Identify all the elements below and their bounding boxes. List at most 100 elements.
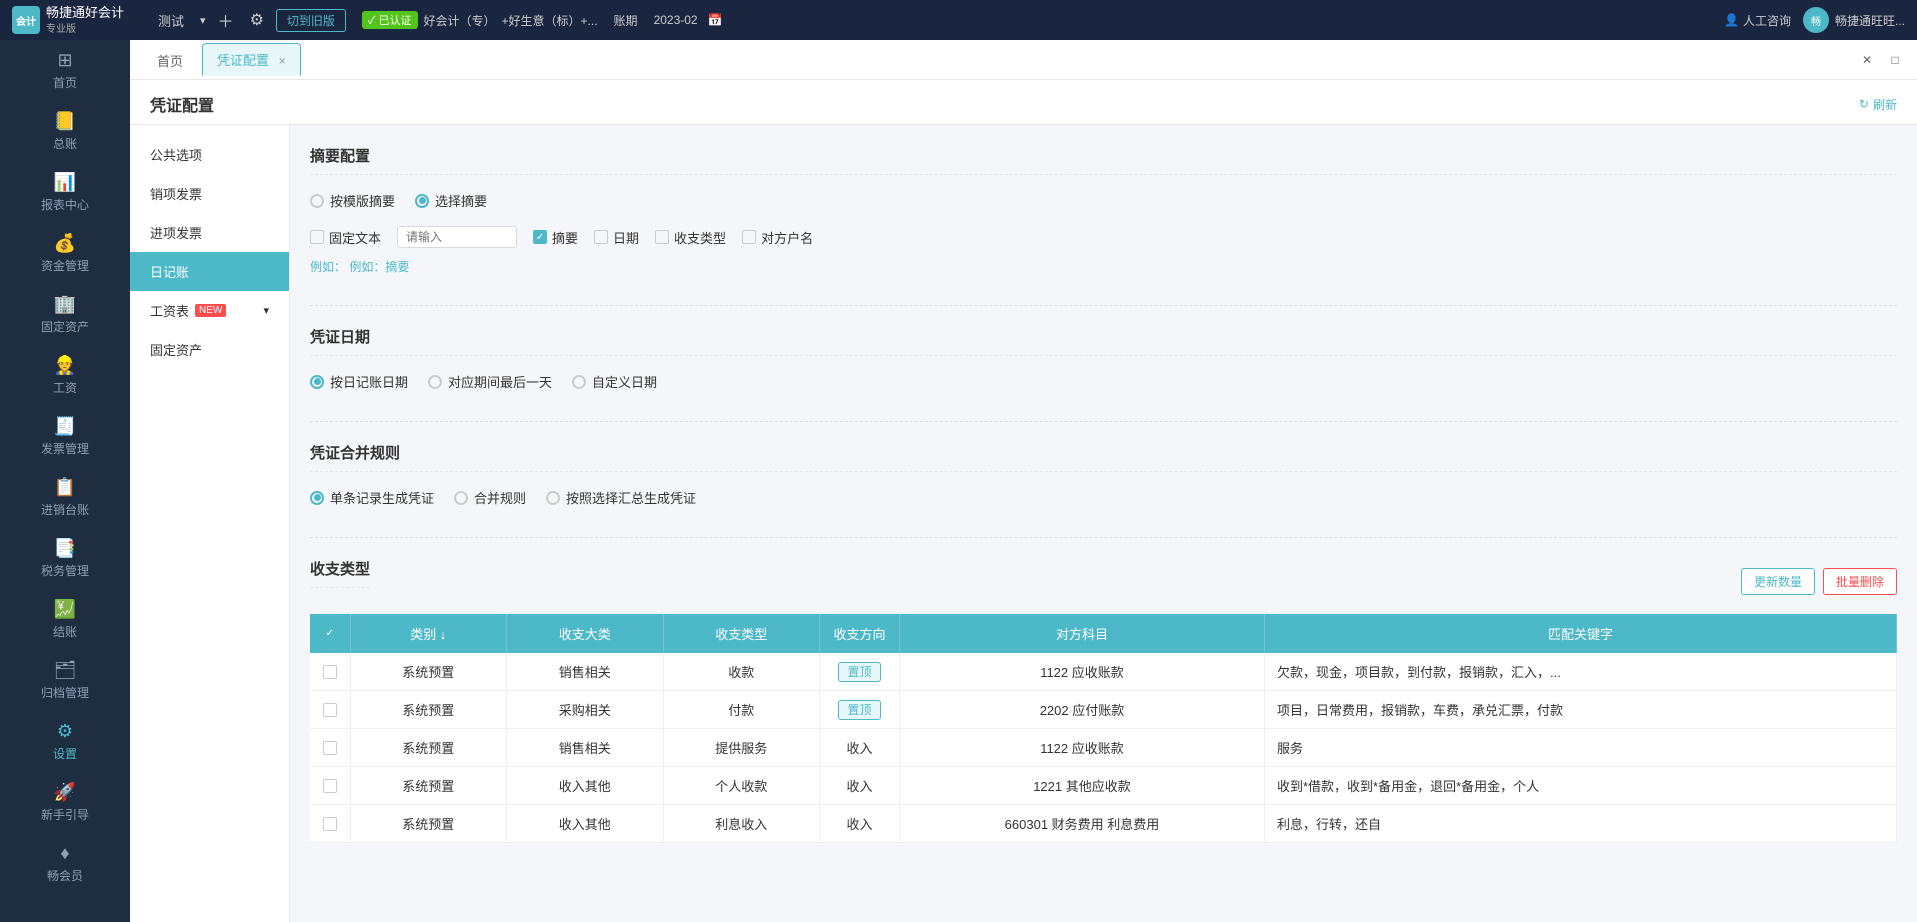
td-checkbox-4 (310, 805, 350, 843)
checkbox-summary[interactable]: ✓ 摘要 (533, 228, 578, 247)
radio-circle-template (310, 194, 324, 208)
switch-to-old-btn[interactable]: 切到旧版 (276, 9, 346, 32)
td-type-4: 利息收入 (663, 805, 820, 843)
tab-close-icon[interactable]: × (279, 54, 286, 68)
th-keywords: 匹配关键字 (1264, 614, 1896, 653)
checkbox-counterparty[interactable]: 对方户名 (742, 228, 813, 247)
tab-home[interactable]: 首页 (142, 44, 198, 76)
th-checkbox: ✓ (310, 614, 350, 653)
tab-bar: 首页 凭证配置 × ✕ □ (130, 40, 1917, 80)
checkbox-fixed-text[interactable]: 固定文本 (310, 228, 381, 247)
tag-btn-0[interactable]: 置顶 (838, 662, 880, 682)
radio-select-summary[interactable]: 选择摘要 (415, 191, 487, 210)
td-category-1: 系统预置 (350, 691, 507, 729)
period-label: 账期 (614, 12, 638, 29)
td-account-3: 1221 其他应收款 (900, 767, 1265, 805)
reports-icon: 📊 (54, 172, 76, 193)
settings-icon: ⚙ (57, 721, 73, 742)
calendar-icon[interactable]: 📅 (708, 13, 723, 27)
td-checkbox-0 (310, 653, 350, 691)
sidebar-item-assets[interactable]: 🏢 固定资产 (0, 284, 130, 345)
sidebar-item-payroll[interactable]: 👷 工资 (0, 345, 130, 406)
user-menu[interactable]: 畅 畅捷通旺旺... (1803, 7, 1905, 33)
td-keywords-4: 利息，行转，还自 (1264, 805, 1896, 843)
checkbox-date[interactable]: 日期 (594, 228, 639, 247)
radio-merge-rule[interactable]: 合并规则 (454, 488, 526, 507)
radio-summary-generate[interactable]: 按照选择汇总生成凭证 (546, 488, 696, 507)
sidebar-item-sales[interactable]: 📋 进销台账 (0, 467, 130, 528)
td-account-0: 1122 应收账款 (900, 653, 1265, 691)
sidebar-item-member[interactable]: ♦ 畅会员 (0, 833, 130, 894)
checkbox-box-income (655, 230, 669, 244)
logo: 会计 畅捷通好会计 专业版 (12, 5, 142, 36)
top-settings-icon[interactable]: ⚙ (250, 10, 264, 30)
left-nav-purchase-invoice[interactable]: 进项发票 (130, 213, 289, 252)
checkbox-income-type[interactable]: 收支类型 (655, 228, 726, 247)
sidebar-item-reports[interactable]: 📊 报表中心 (0, 162, 130, 223)
row-checkbox-1[interactable] (323, 703, 337, 717)
top-nav-test[interactable]: 测试 (150, 11, 192, 30)
radio-circle-custom (572, 375, 586, 389)
td-checkbox-1 (310, 691, 350, 729)
left-nav-public[interactable]: 公共选项 (130, 135, 289, 174)
content-area: 首页 凭证配置 × ✕ □ 凭证配置 ↻ 刷新 公共选项 (130, 40, 1917, 922)
row-checkbox-3[interactable] (323, 779, 337, 793)
checkbox-box-date (594, 230, 608, 244)
tab-voucher-config[interactable]: 凭证配置 × (202, 43, 301, 76)
td-direction-4: 收入 (820, 805, 900, 843)
example-link[interactable]: 例如：摘要 (349, 260, 409, 274)
sidebar-item-closing[interactable]: 💹 结账 (0, 589, 130, 650)
table-row: 系统预置 销售相关 收款 置顶 1122 应收账款 欠款，现金，项目款，到付款，… (310, 653, 1897, 691)
row-checkbox-4[interactable] (323, 817, 337, 831)
table-actions: 更新数量 批量删除 (1741, 568, 1897, 595)
nav-arrow-icon: ▾ (263, 304, 269, 317)
help-btn[interactable]: 👤 人工咨询 (1724, 12, 1791, 29)
td-direction-2: 收入 (820, 729, 900, 767)
income-expense-section: 收支类型 更新数量 批量删除 ✓ 类别 ↓ (310, 558, 1897, 843)
sidebar-item-invoice[interactable]: 🧾 发票管理 (0, 406, 130, 467)
sidebar-item-home[interactable]: ⊞ 首页 (0, 40, 130, 101)
close-window-btn[interactable]: ✕ (1857, 50, 1877, 70)
page-title: 凭证配置 (150, 92, 214, 116)
sidebar-item-settings[interactable]: ⚙ 设置 (0, 711, 130, 772)
row-checkbox-2[interactable] (323, 741, 337, 755)
logo-text-block: 畅捷通好会计 专业版 (46, 5, 124, 36)
sidebar-item-ledger[interactable]: 📒 总账 (0, 101, 130, 162)
update-count-btn[interactable]: 更新数量 (1741, 568, 1815, 595)
sidebar-item-guide[interactable]: 🚀 新手引导 (0, 772, 130, 833)
left-nav-payroll-table[interactable]: 工资表 NEW ▾ (130, 291, 289, 330)
refresh-button[interactable]: ↻ 刷新 (1859, 96, 1897, 113)
td-type-0: 收款 (663, 653, 820, 691)
radio-custom-date[interactable]: 自定义日期 (572, 372, 657, 391)
td-checkbox-2 (310, 729, 350, 767)
td-keywords-0: 欠款，现金，项目款，到付款，报销款，汇入，... (1264, 653, 1896, 691)
td-type-2: 提供服务 (663, 729, 820, 767)
row-checkbox-0[interactable] (323, 665, 337, 679)
left-nav-sales-invoice[interactable]: 销项发票 (130, 174, 289, 213)
voucher-date-section: 凭证日期 按日记账日期 对应期间最后一天 自定义日期 (310, 326, 1897, 391)
radio-journal-date[interactable]: 按日记账日期 (310, 372, 408, 391)
th-account: 对方科目 (900, 614, 1265, 653)
radio-single-record[interactable]: 单条记录生成凭证 (310, 488, 434, 507)
voucher-date-radio-group: 按日记账日期 对应期间最后一天 自定义日期 (310, 372, 1897, 391)
left-nav-fixed-assets[interactable]: 固定资产 (130, 330, 289, 369)
batch-delete-btn[interactable]: 批量删除 (1823, 568, 1897, 595)
td-major-0: 销售相关 (507, 653, 664, 691)
radio-last-day[interactable]: 对应期间最后一天 (428, 372, 552, 391)
sidebar-item-finance[interactable]: 💰 资金管理 (0, 223, 130, 284)
summary-checkbox-row: 固定文本 ✓ 摘要 日期 收支类型 (310, 226, 1897, 248)
select-all-checkbox[interactable]: ✓ (323, 627, 337, 641)
fixed-text-input[interactable] (397, 226, 517, 248)
income-expense-title: 收支类型 (310, 558, 370, 588)
radio-template-summary[interactable]: 按模版摘要 (310, 191, 395, 210)
maximize-window-btn[interactable]: □ (1885, 50, 1905, 70)
divider-3 (310, 537, 1897, 538)
sidebar-item-archive[interactable]: 🗂 归档管理 (0, 650, 130, 711)
member-icon: ♦ (60, 843, 69, 864)
tag-btn-1[interactable]: 置顶 (838, 700, 880, 720)
top-add-button[interactable]: ＋ (218, 8, 234, 32)
top-nav-dropdown-icon[interactable]: ▾ (200, 14, 206, 27)
user-avatar: 畅 (1803, 7, 1829, 33)
left-nav-journal[interactable]: 日记账 (130, 252, 289, 291)
sidebar-item-tax[interactable]: 📑 税务管理 (0, 528, 130, 589)
